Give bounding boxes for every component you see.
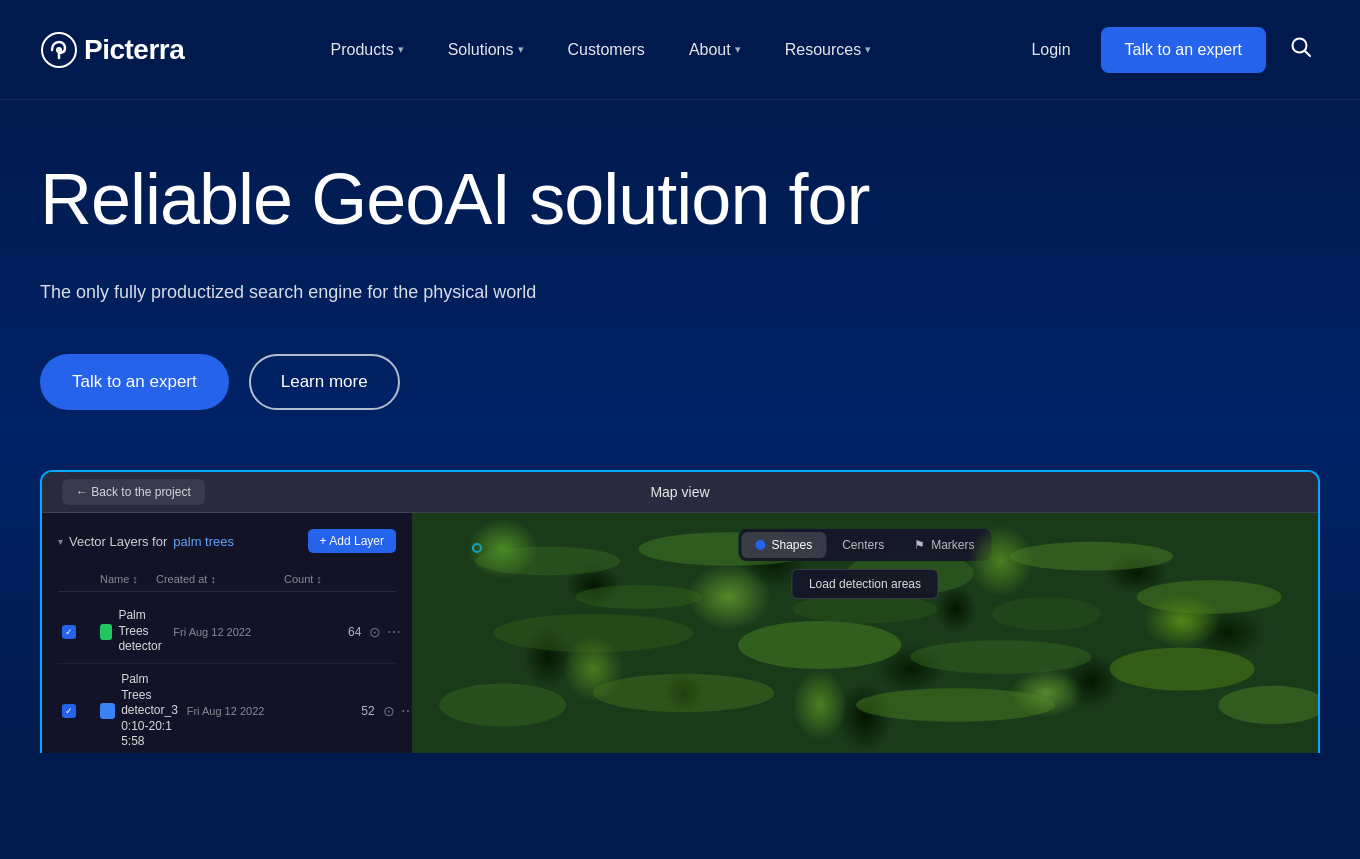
- color-dot-1: [100, 624, 112, 640]
- nav-item-about[interactable]: About ▾: [671, 31, 759, 69]
- map-forest-overlay: [412, 513, 1318, 753]
- map-area: Shapes Centers ⚑ Markers: [412, 513, 1318, 753]
- row-settings-2[interactable]: ⊙: [383, 703, 395, 719]
- nav-item-customers[interactable]: Customers: [550, 31, 663, 69]
- hero-section: Reliable GeoAI solution for The only ful…: [0, 100, 1360, 753]
- navbar-right: Login Talk to an expert: [1017, 27, 1320, 73]
- tab-shapes[interactable]: Shapes: [741, 532, 826, 558]
- back-to-project-button[interactable]: ← Back to the project: [62, 479, 205, 505]
- panel-collapse-icon: ▾: [58, 536, 63, 547]
- svg-point-19: [575, 585, 702, 609]
- svg-point-15: [439, 684, 566, 727]
- svg-point-5: [639, 532, 820, 566]
- products-chevron-icon: ▾: [398, 43, 404, 56]
- row-more-2[interactable]: ⋯: [401, 703, 412, 719]
- navbar-left: Picterra: [40, 31, 184, 69]
- add-layer-button[interactable]: + Add Layer: [308, 529, 396, 553]
- panel-title: ▾ Vector Layers for palm trees: [58, 534, 234, 549]
- svg-point-13: [593, 674, 774, 712]
- navbar-center: Products ▾ Solutions ▾ Customers About ▾…: [313, 31, 890, 69]
- layers-panel: ▾ Vector Layers for palm trees + Add Lay…: [42, 513, 412, 753]
- logo[interactable]: Picterra: [40, 31, 184, 69]
- column-name: Name ↕: [100, 573, 148, 585]
- svg-point-4: [475, 547, 620, 576]
- panel-header: ▾ Vector Layers for palm trees + Add Lay…: [58, 529, 396, 553]
- row-name-1: Palm Treesdetector: [118, 608, 165, 655]
- hero-cta-secondary-button[interactable]: Learn more: [249, 354, 400, 410]
- map-overlay-panel: Shapes Centers ⚑ Markers: [738, 529, 991, 599]
- app-topbar: ← Back to the project Map view: [42, 472, 1318, 513]
- svg-point-7: [1010, 542, 1173, 571]
- app-screenshot: ← Back to the project Map view ▾ Vector …: [40, 470, 1320, 753]
- svg-point-12: [1110, 648, 1255, 691]
- row-actions-2: ⊙ ⋯: [383, 703, 412, 719]
- nav-item-resources[interactable]: Resources ▾: [767, 31, 889, 69]
- row-count-2: 52: [315, 704, 375, 718]
- row-actions-1: ⊙ ⋯: [369, 624, 409, 640]
- tab-centers[interactable]: Centers: [828, 532, 898, 558]
- row-checkbox-1[interactable]: ✓: [62, 625, 76, 639]
- solutions-chevron-icon: ▾: [518, 43, 524, 56]
- hero-subtitle: The only fully productized search engine…: [40, 279, 640, 306]
- table-row: ✓ Palm Treesdetector Fri Aug 12 2022 64 …: [58, 600, 396, 664]
- nav-item-products[interactable]: Products ▾: [313, 31, 422, 69]
- svg-point-10: [738, 621, 901, 669]
- svg-line-3: [1304, 51, 1310, 57]
- about-chevron-icon: ▾: [735, 43, 741, 56]
- svg-point-1: [56, 47, 62, 53]
- load-detection-button[interactable]: Load detection areas: [792, 569, 938, 599]
- svg-point-14: [856, 688, 1055, 722]
- row-date-1: Fri Aug 12 2022: [173, 626, 293, 638]
- svg-point-9: [494, 614, 693, 652]
- svg-point-11: [910, 640, 1091, 674]
- table-header: Name ↕ Created at ↕ Count ↕: [58, 567, 396, 592]
- login-link[interactable]: Login: [1017, 31, 1084, 69]
- map-background: Shapes Centers ⚑ Markers: [412, 513, 1318, 753]
- row-count-1: 64: [301, 625, 361, 639]
- picterra-logo-icon: [40, 31, 78, 69]
- hero-cta-primary-button[interactable]: Talk to an expert: [40, 354, 229, 410]
- shapes-icon: [755, 540, 765, 550]
- svg-point-18: [992, 597, 1101, 631]
- navbar: Picterra Products ▾ Solutions ▾ Customer…: [0, 0, 1360, 100]
- nav-item-solutions[interactable]: Solutions ▾: [430, 31, 542, 69]
- map-tabs: Shapes Centers ⚑ Markers: [738, 529, 991, 561]
- search-icon[interactable]: [1282, 28, 1320, 71]
- tab-markers[interactable]: ⚑ Markers: [900, 532, 988, 558]
- color-dot-2: [100, 703, 115, 719]
- markers-flag-icon: ⚑: [914, 538, 925, 552]
- hero-title: Reliable GeoAI solution for: [40, 160, 940, 239]
- cursor-dot: [472, 543, 482, 553]
- row-checkbox-2[interactable]: ✓: [62, 704, 76, 718]
- table-row: ✓ Palm Treesdetector_30:10-20:15:58 Fri …: [58, 664, 396, 753]
- column-created: Created at ↕: [156, 573, 276, 585]
- row-settings-1[interactable]: ⊙: [369, 624, 381, 640]
- column-count: Count ↕: [284, 573, 344, 585]
- svg-point-16: [1218, 686, 1318, 724]
- row-more-1[interactable]: ⋯: [387, 624, 401, 640]
- logo-text: Picterra: [84, 34, 184, 66]
- nav-cta-button[interactable]: Talk to an expert: [1101, 27, 1266, 73]
- row-date-2: Fri Aug 12 2022: [187, 705, 307, 717]
- svg-point-17: [793, 595, 938, 624]
- hero-buttons: Talk to an expert Learn more: [40, 354, 1320, 410]
- map-view-label: Map view: [650, 484, 709, 500]
- resources-chevron-icon: ▾: [865, 43, 871, 56]
- app-content: ▾ Vector Layers for palm trees + Add Lay…: [42, 513, 1318, 753]
- svg-point-6: [847, 552, 974, 595]
- svg-point-8: [1137, 580, 1282, 614]
- row-name-2: Palm Treesdetector_30:10-20:15:58: [121, 672, 179, 750]
